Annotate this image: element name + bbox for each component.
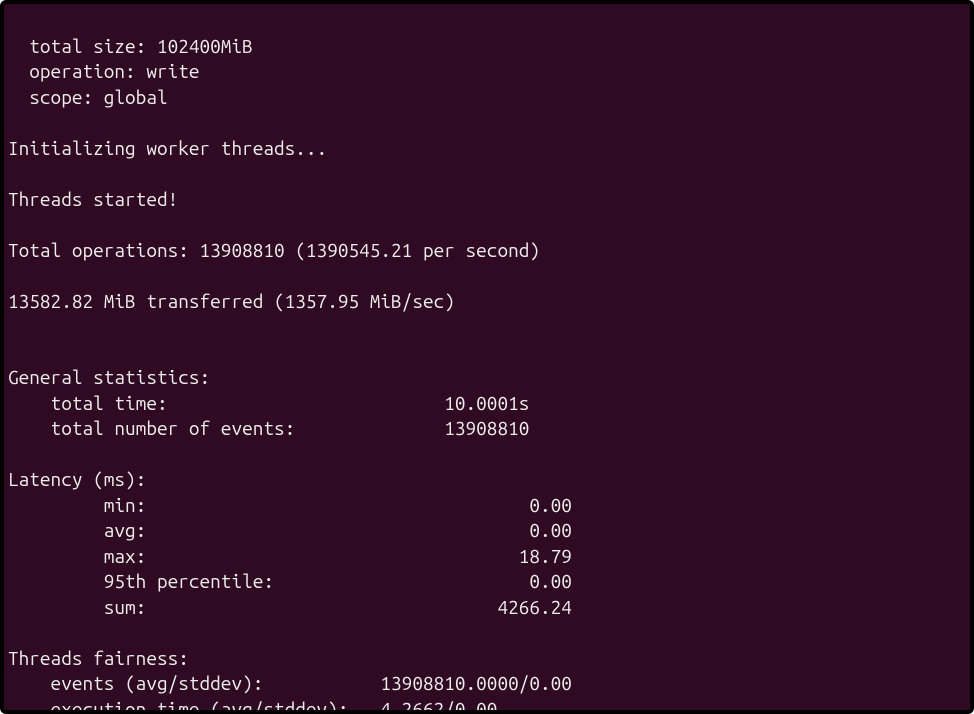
output-line: General statistics: xyxy=(8,366,210,388)
output-line: Initializing worker threads... xyxy=(8,137,327,159)
output-line: execution time (avg/stddev): 4.2662/0.00 xyxy=(8,698,497,714)
output-line: Threads fairness: xyxy=(8,647,189,669)
output-line: Latency (ms): xyxy=(8,468,146,490)
terminal-output[interactable]: total size: 102400MiB operation: write s… xyxy=(4,4,970,714)
output-line: Total operations: 13908810 (1390545.21 p… xyxy=(8,239,540,261)
output-line: total size: 102400MiB xyxy=(8,35,253,57)
output-line: sum: 4266.24 xyxy=(8,596,572,618)
output-line: 13582.82 MiB transferred (1357.95 MiB/se… xyxy=(8,290,455,312)
output-line: min: 0.00 xyxy=(8,494,572,516)
output-line: total time: 10.0001s xyxy=(8,392,529,414)
output-line: Threads started! xyxy=(8,188,178,210)
output-line: scope: global xyxy=(8,86,168,108)
output-line: total number of events: 13908810 xyxy=(8,417,529,439)
output-line: events (avg/stddev): 13908810.0000/0.00 xyxy=(8,672,572,694)
output-line: max: 18.79 xyxy=(8,545,572,567)
output-line: operation: write xyxy=(8,60,200,82)
terminal-window: total size: 102400MiB operation: write s… xyxy=(0,0,974,714)
output-line: avg: 0.00 xyxy=(8,519,572,541)
output-line: 95th percentile: 0.00 xyxy=(8,570,572,592)
